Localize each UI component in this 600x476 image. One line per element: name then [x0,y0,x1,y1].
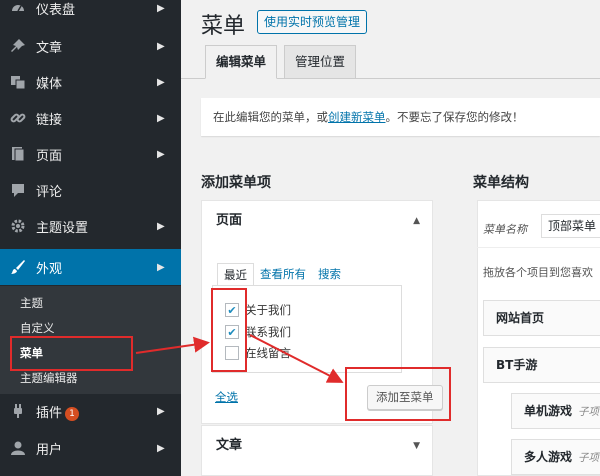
menu-name-label: 菜单名称 [483,223,527,236]
pages-panel-tabs: 最近 查看所有 搜索 [217,263,347,285]
chevron-right-icon: ▶ [157,112,165,124]
chevron-right-icon: ▶ [157,261,165,273]
gear-icon [0,218,36,234]
page-title: 菜单 [201,14,246,39]
admin-sidebar: 仪表盘 ▶ 文章 ▶ 媒体 ▶ 链接 ▶ 页面 ▶ 评论 主题设置 ▶ 外观 ▶… [0,0,181,476]
submenu-item-theme-editor[interactable]: 主题编辑器 [20,370,78,386]
menu-name-input[interactable]: 顶部菜单 [541,214,600,238]
sidebar-item-links[interactable]: 链接 ▶ [0,100,181,136]
tab-view-all[interactable]: 查看所有 [254,263,312,285]
tab-recent[interactable]: 最近 [217,263,254,285]
create-new-menu-link[interactable]: 创建新菜单 [328,110,386,124]
highlight-checkboxes-box [211,288,247,372]
comment-icon [0,182,36,198]
chevron-right-icon: ▶ [157,405,165,417]
info-notice: 在此编辑您的菜单，或创建新菜单。不要忘了保存您的修改！ [201,98,600,136]
pin-icon [0,38,36,54]
user-icon [0,440,36,456]
menu-item-bt-games[interactable]: BT手游 [483,347,600,383]
highlight-add-button-box [345,367,451,421]
tab-search[interactable]: 搜索 [312,263,347,285]
divider [477,247,600,248]
sidebar-item-plugins[interactable]: 插件 1 ▶ [0,393,181,429]
sidebar-item-users[interactable]: 用户 ▶ [0,430,181,466]
posts-accordion: 文章 ▼ [201,425,433,476]
caret-up-icon: ▲ [413,216,420,226]
tab-edit-menus[interactable]: 编辑菜单 [205,45,278,79]
pages-accordion-header[interactable]: 页面 ▲ [202,201,432,241]
sidebar-item-appearance[interactable]: 外观 ▶ [0,249,181,285]
sidebar-item-comments[interactable]: 评论 [0,172,181,208]
sidebar-item-dashboard[interactable]: 仪表盘 ▶ [0,0,181,26]
menu-structure-heading: 菜单结构 [473,175,529,191]
sidebar-item-pages[interactable]: 页面 ▶ [0,136,181,172]
posts-accordion-header[interactable]: 文章 ▼ [202,426,432,466]
chevron-right-icon: ▶ [157,220,165,232]
sidebar-item-posts[interactable]: 文章 ▶ [0,28,181,64]
chevron-right-icon: ▶ [157,2,165,14]
chevron-right-icon: ▶ [157,442,165,454]
link-icon [0,110,36,126]
page-icon [0,146,36,162]
submenu-item-customize[interactable]: 自定义 [20,320,55,336]
live-preview-button[interactable]: 使用实时预览管理 [257,10,368,34]
sidebar-item-media[interactable]: 媒体 ▶ [0,64,181,100]
dashboard-icon [0,0,36,16]
caret-down-icon: ▼ [413,441,420,451]
menu-item-single-player[interactable]: 单机游戏 子项 [511,393,600,429]
menu-structure-panel [477,200,600,476]
menu-item-multiplayer[interactable]: 多人游戏 子项 [511,439,600,475]
update-count-badge: 1 [65,406,80,421]
sidebar-item-theme-settings[interactable]: 主题设置 ▶ [0,208,181,244]
highlight-menus-box [10,336,133,371]
chevron-right-icon: ▶ [157,148,165,160]
brush-icon [0,259,36,275]
media-icon [0,74,36,90]
drag-hint-text: 拖放各个项目到您喜欢 [483,266,593,279]
select-all-link[interactable]: 全选 [215,389,238,405]
tab-manage-locations[interactable]: 管理位置 [284,45,357,79]
chevron-right-icon: ▶ [157,76,165,88]
add-menu-items-heading: 添加菜单项 [201,175,271,191]
chevron-right-icon: ▶ [157,40,165,52]
submenu-item-themes[interactable]: 主题 [20,295,43,311]
menu-item-home[interactable]: 网站首页 [483,300,600,336]
plugin-icon [0,403,36,419]
